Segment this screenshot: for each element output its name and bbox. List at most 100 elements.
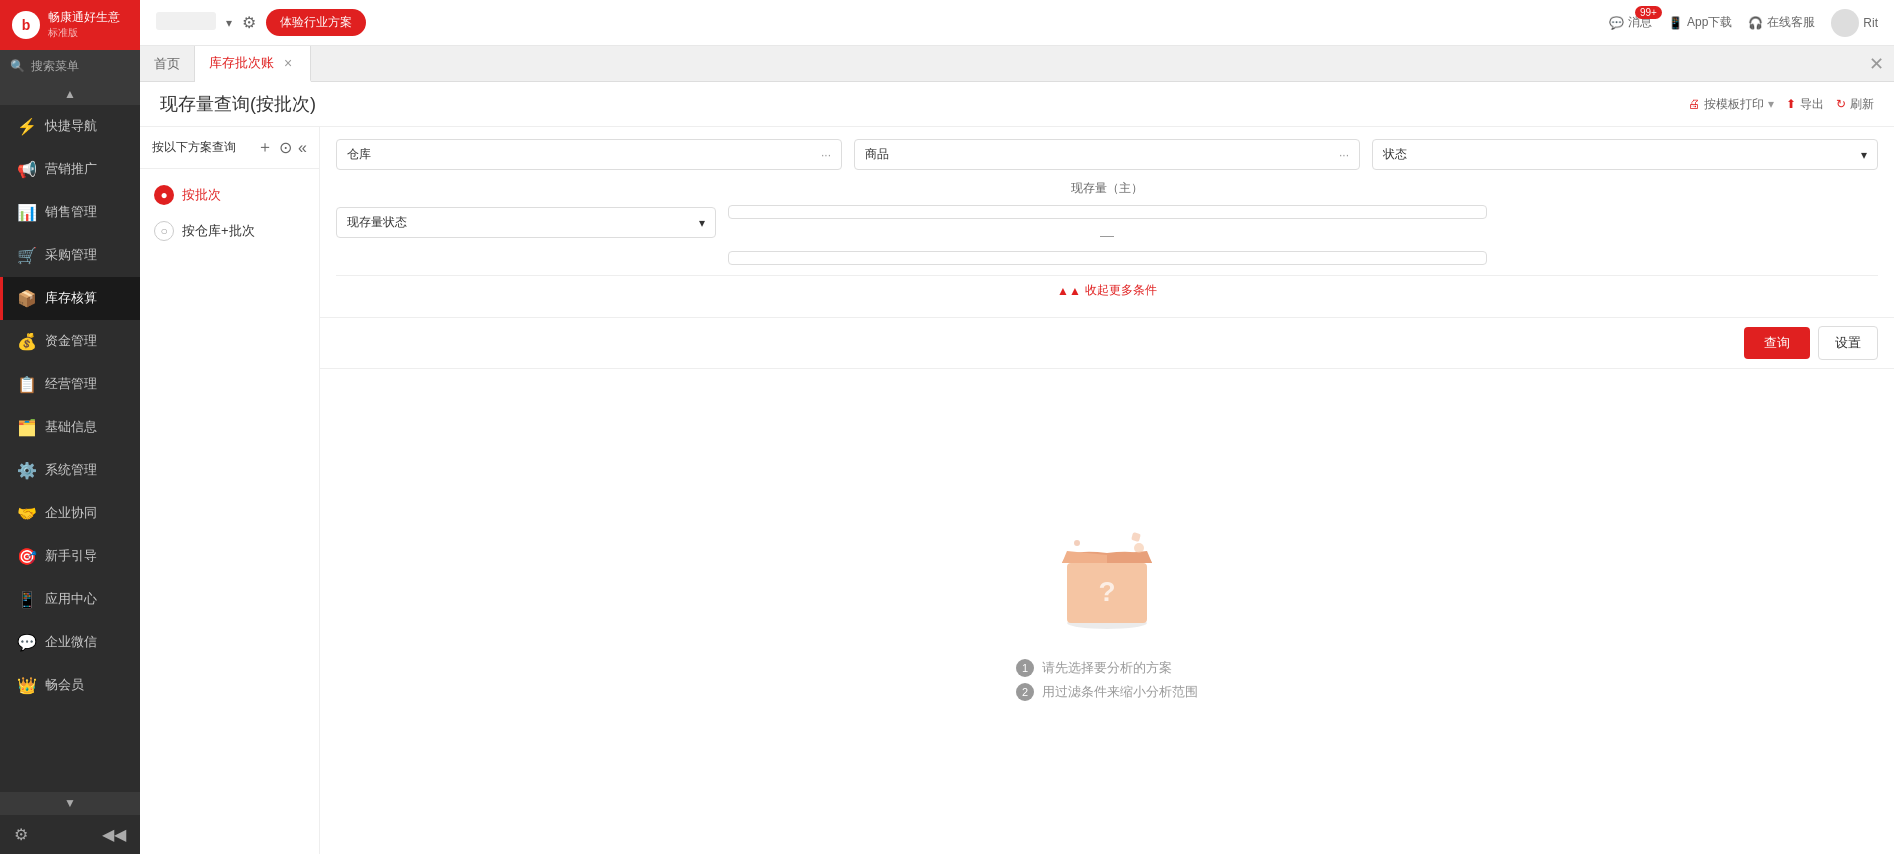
empty-state: ? 1 请先选择要分析的方案 2: [320, 369, 1894, 854]
nav-label-2: 销售管理: [45, 203, 97, 221]
sidebar-item-库存核算[interactable]: 📦库存核算: [0, 277, 140, 320]
service-icon: 🎧: [1748, 16, 1763, 30]
warehouse-more-icon[interactable]: ···: [821, 148, 831, 162]
warehouse-input[interactable]: 仓库 ···: [336, 139, 842, 170]
online-service-btn[interactable]: 🎧 在线客服: [1748, 14, 1815, 31]
company-name: 畅康通好生意: [48, 10, 120, 26]
collapse-filters-btn[interactable]: ▲▲ 收起更多条件: [336, 275, 1878, 305]
tab-close-btn[interactable]: ×: [280, 55, 296, 71]
scheme-add-btn[interactable]: ＋: [257, 137, 273, 158]
product-label: 商品: [865, 146, 889, 163]
breadcrumb-input: [156, 12, 216, 30]
sidebar-item-销售管理[interactable]: 📊 销售管理: [0, 191, 140, 234]
scheme-item-1[interactable]: ○按仓库+批次: [140, 213, 319, 249]
nav-icon-5: 💰: [17, 332, 37, 351]
topbar-dropdown-btn[interactable]: ▾: [226, 16, 232, 30]
edition-label: 标准版: [48, 26, 120, 40]
nav-label-8: 系统管理: [45, 461, 97, 479]
topbar-gear-btn[interactable]: ⚙: [242, 13, 256, 32]
sidebar-item-经营管理[interactable]: 📋经营管理: [0, 363, 140, 406]
sidebar-nav: ⚡快捷导航📢营销推广 📊 销售管理 🛒采购管理📦库存核算 💰 资金管理 📋经营管理 🗂️ 基础信…: [0, 105, 140, 792]
scroll-down-btn[interactable]: ▼: [0, 792, 140, 814]
user-name: Rit: [1863, 16, 1878, 30]
sidebar-item-营销推广[interactable]: 📢营销推广: [0, 148, 140, 191]
nav-label-3: 采购管理: [45, 246, 97, 264]
stock-status-select[interactable]: 现存量状态 ▾: [336, 207, 716, 238]
settings-btn[interactable]: 设置: [1818, 326, 1878, 360]
scroll-up-btn[interactable]: ▲: [0, 83, 140, 105]
sidebar-item-应用中心[interactable]: 📱应用中心: [0, 578, 140, 621]
sidebar-item-企业协同[interactable]: 🤝企业协同: [0, 492, 140, 535]
quantity-dash: —: [1100, 227, 1114, 243]
query-btn[interactable]: 查询: [1744, 327, 1810, 359]
scheme-panel-title: 按以下方案查询: [152, 139, 236, 156]
nav-icon-1: 📢: [17, 160, 37, 179]
topbar-right: 💬 消息 99+ 📱 App下载 🎧 在线客服 Rit: [1609, 9, 1878, 37]
refresh-btn[interactable]: ↻ 刷新: [1836, 96, 1874, 113]
scheme-items-list: ● 按批次 ○按仓库+批次: [140, 169, 319, 257]
scheme-item-0[interactable]: ● 按批次: [140, 177, 319, 213]
tab-home[interactable]: 首页: [140, 46, 195, 82]
product-more-icon[interactable]: ···: [1339, 148, 1349, 162]
export-btn[interactable]: ⬆ 导出: [1786, 96, 1824, 113]
stock-quantity-field: 现存量（主） —: [728, 180, 1487, 265]
close-panel-btn[interactable]: ✕: [1859, 53, 1894, 75]
refresh-label: 刷新: [1850, 96, 1874, 113]
nav-label-4: 库存核算: [45, 289, 97, 307]
scheme-panel-actions: ＋ ⊙ «: [257, 137, 307, 158]
warehouse-label: 仓库: [347, 146, 371, 163]
print-icon: 🖨: [1688, 97, 1700, 111]
nav-icon-2: 📊: [17, 203, 37, 222]
tab-inventory-label: 库存批次账: [209, 54, 274, 72]
sidebar-item-采购管理[interactable]: 🛒采购管理: [0, 234, 140, 277]
page-header: 现存量查询(按批次) 🖨 按模板打印 ▾ ⬆ 导出 ↻ 刷新: [140, 82, 1894, 127]
stock-quantity-to[interactable]: [728, 251, 1487, 265]
settings-icon[interactable]: ⚙: [14, 825, 28, 844]
collapse-up-icon: ▲▲: [1057, 284, 1081, 298]
sidebar-item-企业微信[interactable]: 💬企业微信: [0, 621, 140, 664]
sidebar-item-基础信息[interactable]: 🗂️ 基础信息: [0, 406, 140, 449]
nav-label-7: 基础信息: [45, 418, 97, 436]
user-avatar[interactable]: Rit: [1831, 9, 1878, 37]
status-select[interactable]: 状态 ▾: [1372, 139, 1878, 170]
nav-label-5: 资金管理: [45, 332, 97, 350]
hint-num-2: 2: [1016, 683, 1034, 701]
status-dropdown-icon: ▾: [1861, 148, 1867, 162]
svg-point-4: [1074, 540, 1080, 546]
online-service-label: 在线客服: [1767, 14, 1815, 31]
filter-row-2: 现存量状态 ▾ 现存量（主） —: [336, 180, 1878, 265]
nav-icon-7: 🗂️: [17, 418, 37, 437]
print-btn[interactable]: 🖨 按模板打印 ▾: [1688, 96, 1774, 113]
stock-status-field: 现存量状态 ▾: [336, 207, 716, 238]
scheme-collapse-btn[interactable]: «: [298, 139, 307, 157]
sidebar-item-系统管理[interactable]: ⚙️系统管理: [0, 449, 140, 492]
message-icon: 💬: [1609, 16, 1624, 30]
empty-hint-2: 2 用过滤条件来缩小分析范围: [1016, 683, 1198, 701]
empty-hint-1: 1 请先选择要分析的方案: [1016, 659, 1198, 677]
svg-rect-5: [1131, 532, 1141, 542]
scheme-panel-header: 按以下方案查询 ＋ ⊙ «: [140, 127, 319, 169]
search-icon: 🔍: [10, 59, 25, 73]
sidebar-search[interactable]: 🔍 搜索菜单: [0, 50, 140, 83]
scheme-label-0: 按批次: [182, 186, 221, 204]
sidebar-item-新手引导[interactable]: 🎯新手引导: [0, 535, 140, 578]
print-dropdown-icon[interactable]: ▾: [1768, 97, 1774, 111]
experience-btn[interactable]: 体验行业方案: [266, 9, 366, 36]
nav-label-0: 快捷导航: [45, 117, 97, 135]
sidebar-item-畅会员[interactable]: 👑畅会员: [0, 664, 140, 707]
scheme-icon-0: ●: [154, 185, 174, 205]
sidebar-item-快捷导航[interactable]: ⚡快捷导航: [0, 105, 140, 148]
tab-inventory-batch[interactable]: 库存批次账 ×: [195, 46, 311, 82]
svg-text:?: ?: [1098, 576, 1115, 607]
stock-quantity-from[interactable]: [728, 205, 1487, 219]
status-label: 状态: [1383, 146, 1407, 163]
app-download-btn[interactable]: 📱 App下载: [1668, 14, 1732, 31]
sidebar-item-资金管理[interactable]: 💰 资金管理: [0, 320, 140, 363]
topbar-left: ▾ ⚙ 体验行业方案: [156, 9, 366, 36]
message-btn[interactable]: 💬 消息 99+: [1609, 14, 1652, 31]
product-input[interactable]: 商品 ···: [854, 139, 1360, 170]
scheme-settings-btn[interactable]: ⊙: [279, 138, 292, 157]
message-badge: 99+: [1635, 6, 1662, 19]
print-label: 按模板打印: [1704, 96, 1764, 113]
collapse-sidebar-icon[interactable]: ◀◀: [102, 825, 126, 844]
